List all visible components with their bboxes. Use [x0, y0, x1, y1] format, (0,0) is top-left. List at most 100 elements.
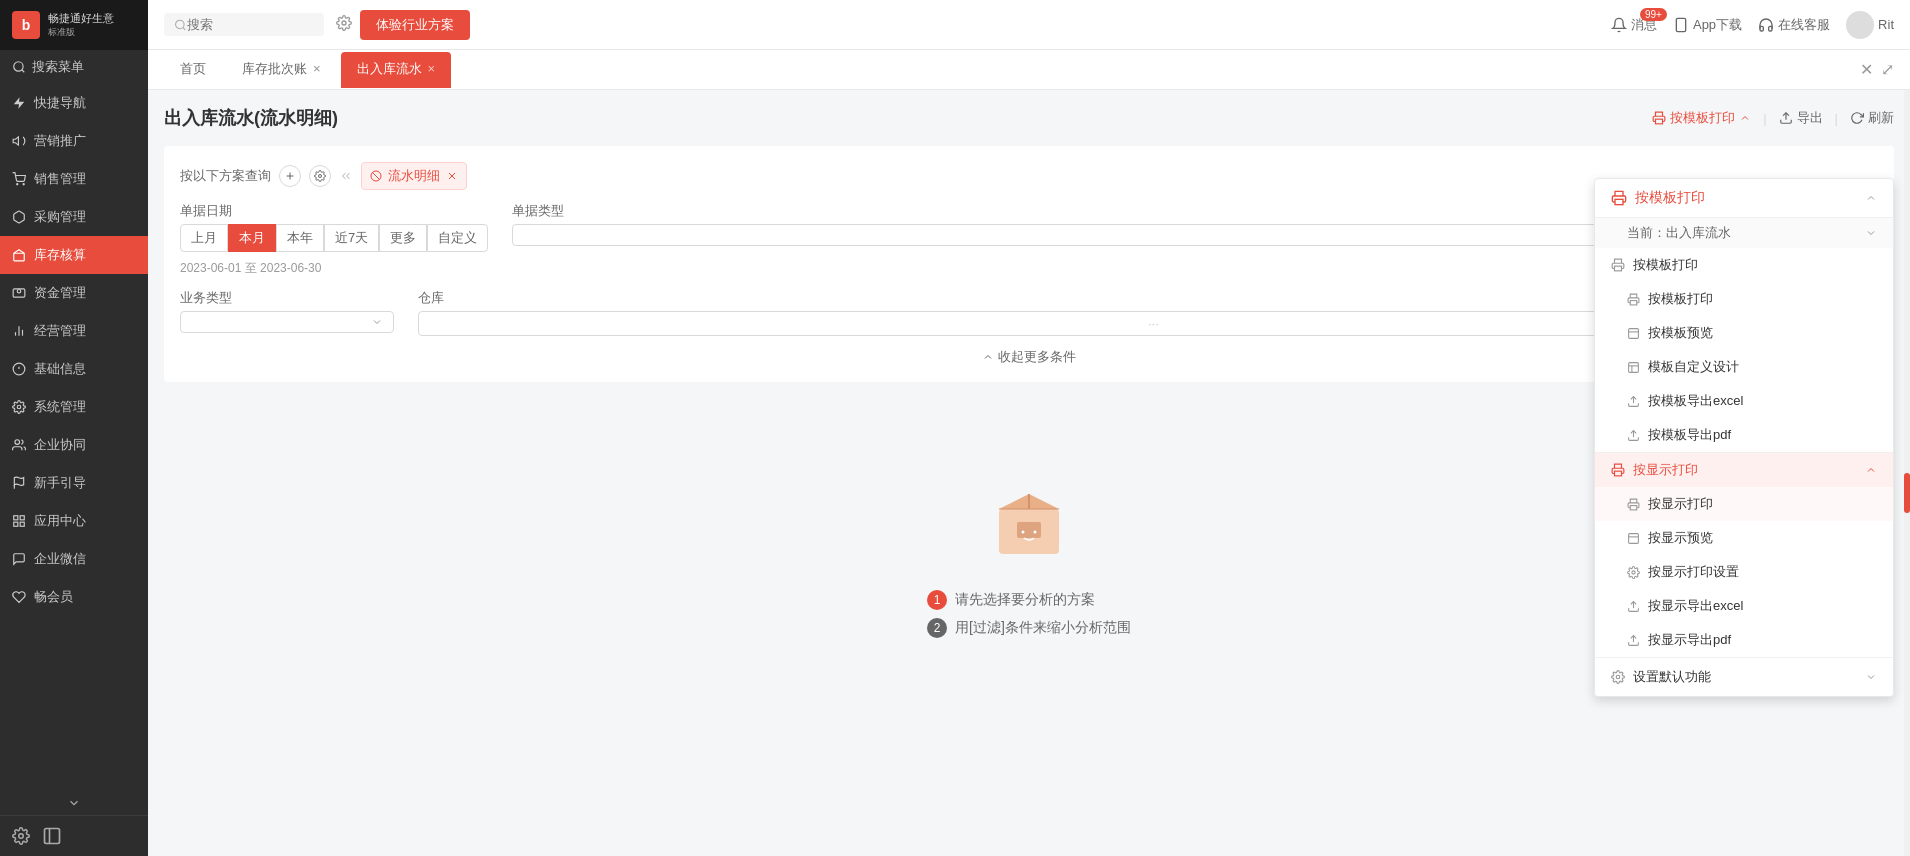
user-avatar-btn[interactable]: Rit [1846, 11, 1894, 39]
date-btn-7days[interactable]: 近7天 [324, 224, 379, 252]
sidebar-item-appstore[interactable]: 应用中心 [0, 502, 148, 540]
svg-rect-42 [1615, 266, 1622, 271]
settings-icon[interactable] [12, 827, 30, 845]
sidebar-item-finance[interactable]: 资金管理 [0, 274, 148, 312]
app-download-btn[interactable]: App下载 [1673, 16, 1742, 34]
wechat-icon [12, 552, 26, 566]
dp-item-template-pdf[interactable]: 按模板导出pdf [1595, 418, 1893, 452]
dp-current-arrow [1865, 227, 1877, 239]
window-close-btn[interactable]: ✕ [1860, 60, 1873, 79]
date-btn-more[interactable]: 更多 [379, 224, 427, 252]
empty-steps-list: 1 请先选择要分析的方案 2 用[过滤]条件来缩小分析范围 [927, 590, 1131, 646]
dp-display-print-icon [1611, 463, 1625, 477]
dp-item-display-pdf[interactable]: 按显示导出pdf [1595, 623, 1893, 657]
topbar-search-input[interactable] [187, 17, 314, 32]
dp-item-display-excel[interactable]: 按显示导出excel [1595, 589, 1893, 623]
type-select[interactable] [512, 224, 1701, 246]
print-template-btn[interactable]: 按模板打印 [1652, 109, 1751, 127]
svg-point-18 [19, 834, 24, 839]
sidebar-item-sales[interactable]: 销售管理 [0, 160, 148, 198]
sidebar-item-purchase[interactable]: 采购管理 [0, 198, 148, 236]
filter-add-btn[interactable] [279, 165, 301, 187]
dp-pdf-icon [1627, 429, 1640, 442]
sidebar-scroll-down[interactable] [0, 791, 148, 815]
topbar-gear-btn[interactable] [336, 15, 352, 34]
refresh-btn[interactable]: 刷新 [1850, 109, 1894, 127]
dp-current[interactable]: 当前：出入库流水 [1595, 218, 1893, 248]
dp-display-section-header[interactable]: 按显示打印 [1595, 453, 1893, 487]
tabbar: 首页 库存批次账 × 出入库流水 × ✕ ⤢ [148, 50, 1910, 90]
content-area: 出入库流水(流水明细) 按模板打印 | 导出 | 刷新 [148, 90, 1910, 856]
export-btn[interactable]: 导出 [1779, 109, 1823, 127]
sidebar-item-wecom[interactable]: 企业微信 [0, 540, 148, 578]
sidebar-item-cooperation[interactable]: 企业协同 [0, 426, 148, 464]
dp-item-display-settings[interactable]: 按显示打印设置 [1595, 555, 1893, 589]
step-2-num: 2 [927, 618, 947, 638]
sidebar-item-system[interactable]: 系统管理 [0, 388, 148, 426]
page-actions: 按模板打印 | 导出 | 刷新 [1652, 109, 1894, 127]
tag-close-icon[interactable] [446, 170, 458, 182]
tab-home[interactable]: 首页 [164, 52, 222, 88]
separator2: | [1835, 111, 1838, 126]
dp-item-template-print[interactable]: 按模板打印 [1595, 282, 1893, 316]
logo-icon: b [12, 11, 40, 39]
online-service-btn[interactable]: 在线客服 [1758, 16, 1830, 34]
dp-footer-arrow [1865, 671, 1877, 683]
apps-icon [12, 514, 26, 528]
dp-preview-icon [1627, 327, 1640, 340]
svg-point-53 [1632, 570, 1635, 573]
cart-icon [12, 172, 26, 186]
search-icon [12, 60, 26, 74]
dp-d-preview-icon [1627, 532, 1640, 545]
dp-item-display-print[interactable]: 按显示打印 [1595, 487, 1893, 521]
filter-date-item: 单据日期 上月 本月 本年 近7天 更多 自定义 2023-06-01 至 20… [180, 202, 488, 277]
svg-rect-19 [45, 829, 60, 844]
dp-item-template-design[interactable]: 模板自定义设计 [1595, 350, 1893, 384]
sidebar-item-inventory[interactable]: 库存核算 [0, 236, 148, 274]
separator1: | [1763, 111, 1766, 126]
dp-display-section-up [1865, 464, 1877, 476]
tab-flow-close[interactable]: × [428, 61, 436, 76]
dp-template-section-header[interactable]: 按模板打印 [1595, 248, 1893, 282]
filter-settings-btn[interactable] [309, 165, 331, 187]
tab-flow[interactable]: 出入库流水 × [341, 52, 452, 88]
sidebar-item-quick-nav[interactable]: 快捷导航 [0, 84, 148, 122]
svg-point-0 [14, 62, 23, 71]
svg-point-21 [176, 20, 184, 28]
sidebar-item-basics[interactable]: 基础信息 [0, 350, 148, 388]
dp-item-template-preview[interactable]: 按模板预览 [1595, 316, 1893, 350]
dp-template-icon [1611, 258, 1625, 272]
tab-batch-accounts-close[interactable]: × [313, 61, 321, 76]
sidebar-item-operations[interactable]: 经营管理 [0, 312, 148, 350]
messages-btn[interactable]: 消息 99+ [1611, 16, 1657, 34]
dp-item-template-excel[interactable]: 按模板导出excel [1595, 384, 1893, 418]
business-type-select[interactable] [180, 311, 394, 333]
messages-badge: 99+ [1640, 8, 1667, 21]
dp-item-display-preview[interactable]: 按显示预览 [1595, 521, 1893, 555]
dp-footer-left: 设置默认功能 [1611, 668, 1711, 686]
window-maximize-btn[interactable]: ⤢ [1881, 60, 1894, 79]
tab-batch-accounts[interactable]: 库存批次账 × [226, 52, 337, 88]
date-btn-custom[interactable]: 自定义 [427, 224, 488, 252]
topbar-search-box[interactable] [164, 13, 324, 36]
info-icon [12, 362, 26, 376]
sidebar-item-guide[interactable]: 新手引导 [0, 464, 148, 502]
dp-printer-icon [1611, 190, 1627, 206]
svg-point-1 [17, 184, 18, 185]
date-btn-last-month[interactable]: 上月 [180, 224, 228, 252]
sidebar-search[interactable]: 搜索菜单 [0, 50, 148, 84]
dp-header[interactable]: 按模板打印 [1595, 179, 1893, 218]
sidebar-item-marketing[interactable]: 营销推广 [0, 122, 148, 160]
date-btn-this-year[interactable]: 本年 [276, 224, 324, 252]
date-btn-this-month[interactable]: 本月 [228, 224, 276, 252]
refresh-icon [1850, 111, 1864, 125]
collapse-sidebar-icon[interactable] [42, 826, 62, 846]
sidebar-item-membership[interactable]: 畅会员 [0, 578, 148, 616]
svg-rect-51 [1629, 533, 1639, 543]
scrollbar-thumb[interactable] [1904, 473, 1910, 513]
industry-solution-btn[interactable]: 体验行业方案 [360, 10, 470, 40]
box-icon [12, 210, 26, 224]
printer-icon [1652, 111, 1666, 125]
dp-footer[interactable]: 设置默认功能 [1595, 658, 1893, 696]
collapse-btn[interactable]: 收起更多条件 [982, 348, 1076, 366]
